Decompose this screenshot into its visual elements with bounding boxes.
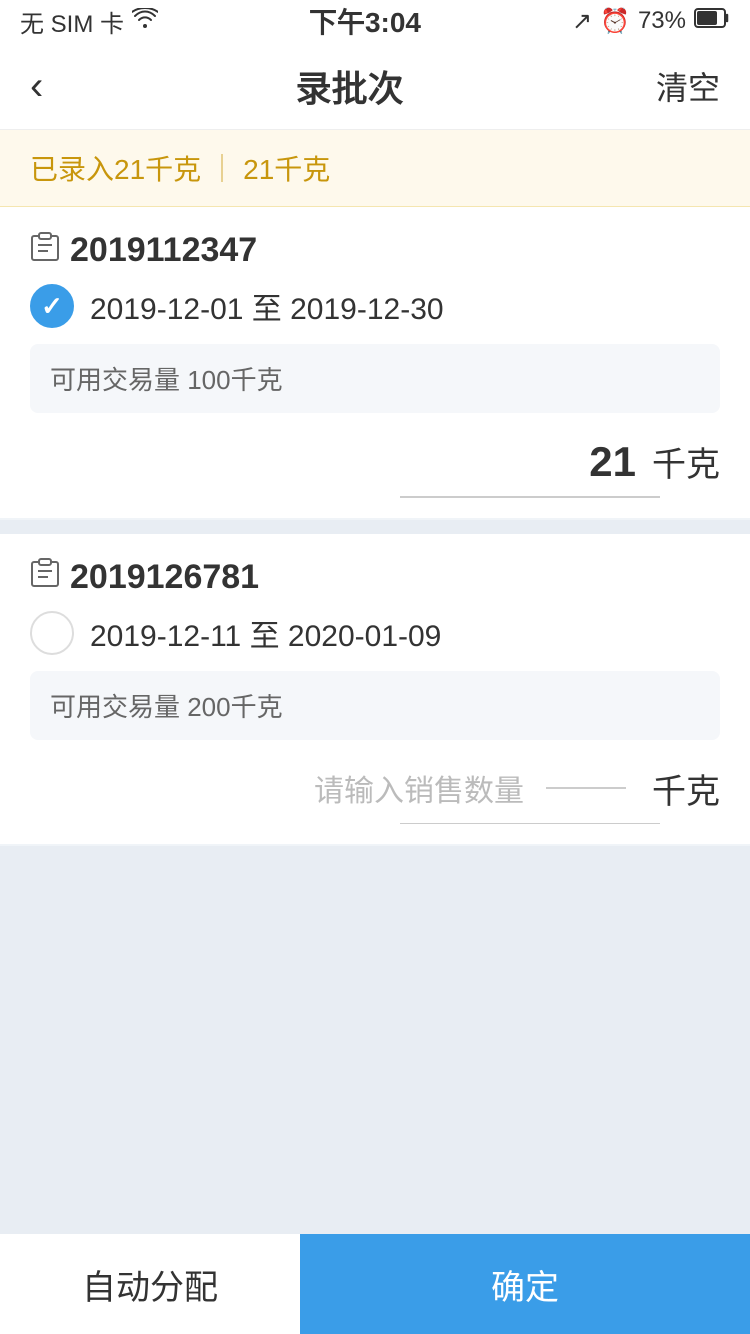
wifi-icon bbox=[132, 7, 158, 35]
confirm-button[interactable]: 确定 bbox=[300, 1234, 750, 1334]
batch2-header: 2019126781 bbox=[30, 558, 720, 597]
batch1-card: 2019112347 2019-12-01 至 2019-12-30 可用交易量… bbox=[0, 207, 750, 518]
batch1-icon bbox=[30, 232, 60, 270]
batch2-quantity-row: 请输入销售数量 千克 bbox=[0, 740, 750, 823]
battery-label: 73% bbox=[638, 7, 686, 35]
clear-button[interactable]: 清空 bbox=[656, 63, 720, 109]
batch2-item: 2019126781 2019-12-11 至 2020-01-09 可用交易量… bbox=[0, 534, 750, 740]
batch1-radio[interactable] bbox=[30, 284, 74, 328]
nav-bar: ‹ 录批次 清空 bbox=[0, 42, 750, 130]
auto-distribute-button[interactable]: 自动分配 bbox=[0, 1234, 300, 1334]
batch1-date-row: 2019-12-01 至 2019-12-30 bbox=[30, 284, 720, 328]
batch2-underline bbox=[400, 823, 660, 825]
batch2-date: 2019-12-11 至 2020-01-09 bbox=[90, 611, 441, 655]
batch2-avail-text: 可用交易量 200千克 bbox=[50, 692, 283, 722]
batch2-date-row: 2019-12-11 至 2020-01-09 bbox=[30, 611, 720, 655]
info-banner: 已录入21千克 21千克 bbox=[0, 130, 750, 207]
status-right: ↗ ⏰ 73% bbox=[572, 7, 730, 36]
batch2-radio[interactable] bbox=[30, 611, 74, 655]
status-time: 下午3:04 bbox=[309, 1, 421, 41]
recorded-label: 已录入21千克 bbox=[30, 148, 201, 188]
batch2-input-line bbox=[546, 787, 626, 789]
back-button[interactable]: ‹ bbox=[30, 66, 43, 106]
batch1-date: 2019-12-01 至 2019-12-30 bbox=[90, 284, 444, 328]
info-divider bbox=[221, 154, 223, 182]
batch1-unit: 千克 bbox=[652, 437, 720, 486]
no-sim-label: 无 SIM 卡 bbox=[20, 4, 124, 39]
battery-icon bbox=[694, 7, 730, 35]
bottom-area bbox=[0, 846, 750, 1286]
batch1-underline bbox=[400, 496, 660, 498]
batch2-unit: 千克 bbox=[652, 764, 720, 813]
status-bar: 无 SIM 卡 下午3:04 ↗ ⏰ 73% bbox=[0, 0, 750, 42]
location-icon: ↗ bbox=[572, 7, 592, 36]
batch2-icon bbox=[30, 558, 60, 596]
batch2-id: 2019126781 bbox=[70, 558, 259, 597]
batch1-avail: 可用交易量 100千克 bbox=[30, 344, 720, 413]
batch2-card: 2019126781 2019-12-11 至 2020-01-09 可用交易量… bbox=[0, 534, 750, 845]
batch-separator bbox=[0, 520, 750, 534]
batch1-header: 2019112347 bbox=[30, 231, 720, 270]
total-label: 21千克 bbox=[243, 148, 330, 188]
batch1-quantity-value: 21 bbox=[589, 438, 636, 486]
status-left: 无 SIM 卡 bbox=[20, 4, 158, 39]
page-title: 录批次 bbox=[296, 60, 404, 112]
batch2-avail: 可用交易量 200千克 bbox=[30, 671, 720, 740]
batch1-quantity-row: 21 千克 bbox=[0, 413, 750, 496]
batch2-placeholder: 请输入销售数量 bbox=[314, 766, 524, 810]
batch1-item: 2019112347 2019-12-01 至 2019-12-30 可用交易量… bbox=[0, 207, 750, 413]
alarm-icon: ⏰ bbox=[600, 7, 630, 36]
batch1-avail-text: 可用交易量 100千克 bbox=[50, 365, 283, 395]
batch1-id: 2019112347 bbox=[70, 231, 257, 270]
bottom-buttons: 自动分配 确定 bbox=[0, 1234, 750, 1334]
